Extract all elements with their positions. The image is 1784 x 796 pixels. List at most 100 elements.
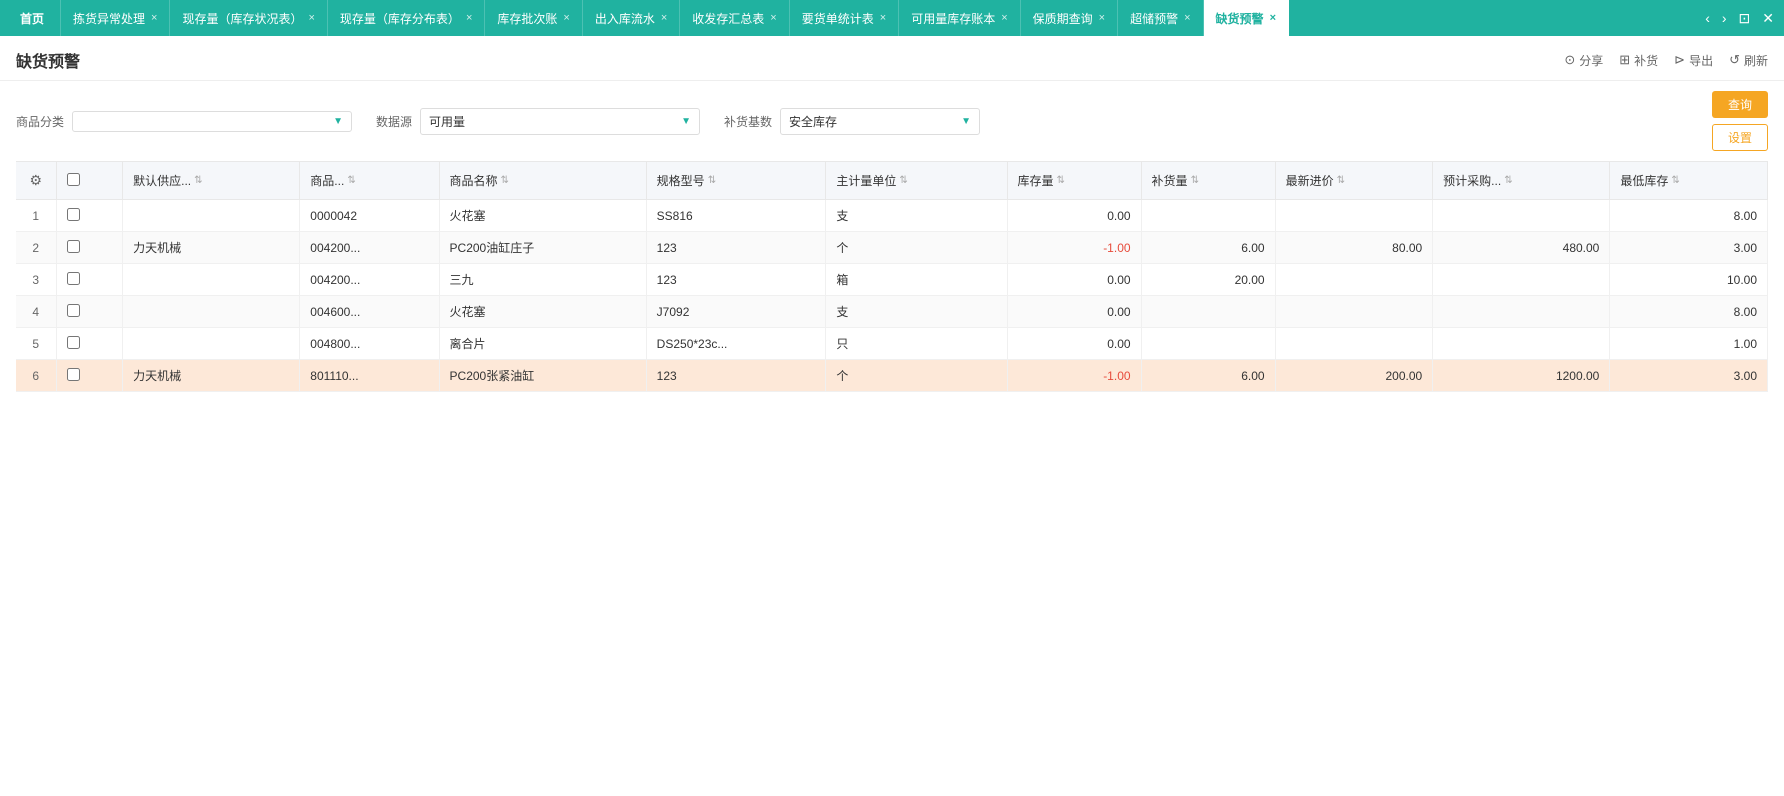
tab-shzy[interactable]: 收发存汇总表 × (680, 0, 789, 36)
tab-xc1[interactable]: 现存量（库存状况表） × (170, 0, 327, 36)
tab-shzy-close[interactable]: × (770, 12, 776, 24)
row-min-stock: 3.00 (1610, 232, 1768, 264)
tab-chaochuyz-close[interactable]: × (1184, 12, 1190, 24)
tab-ygdtjb-close[interactable]: × (880, 12, 886, 24)
datasource-select[interactable]: 可用量 ▼ (420, 108, 700, 135)
tab-ygdtjb[interactable]: 要货单统计表 × (790, 0, 899, 36)
th-stock-qty-label: 库存量 (1018, 172, 1054, 189)
tab-close-button[interactable]: ✕ (1756, 0, 1780, 36)
th-spec[interactable]: 规格型号 ⇅ (646, 162, 826, 200)
row-checkbox-input[interactable] (67, 304, 80, 317)
spec-sort-icon: ⇅ (708, 175, 716, 186)
tab-nav-buttons: ‹ › ⊡ ✕ (1699, 0, 1780, 36)
tab-yc[interactable]: 拣货异常处理 × (61, 0, 170, 36)
restock-base-filter-group: 补货基数 安全库存 ▼ (724, 108, 980, 135)
tab-ygdtjb-label: 要货单统计表 (802, 10, 874, 27)
table-row: 10000042火花塞SS816支0.008.00 (16, 200, 1768, 232)
row-unit: 只 (826, 328, 1007, 360)
row-checkbox[interactable] (56, 328, 123, 360)
row-est-purchase: 480.00 (1433, 232, 1610, 264)
th-product-code-label: 商品... (310, 172, 344, 189)
restock-base-select[interactable]: 安全库存 ▼ (780, 108, 980, 135)
share-button[interactable]: ⊙ 分享 (1564, 52, 1603, 69)
tab-xc1-label: 现存量（库存状况表） (182, 10, 302, 27)
row-checkbox[interactable] (56, 232, 123, 264)
tab-crlx-close[interactable]: × (661, 12, 667, 24)
tab-kc[interactable]: 库存批次账 × (485, 0, 582, 36)
category-select[interactable]: ▼ (72, 111, 352, 132)
tab-xc2[interactable]: 现存量（库存分布表） × (328, 0, 485, 36)
row-checkbox-input[interactable] (67, 336, 80, 349)
tab-bar: 首页 拣货异常处理 × 现存量（库存状况表） × 现存量（库存分布表） × 库存… (0, 0, 1784, 36)
share-label: 分享 (1579, 52, 1603, 69)
tab-next-button[interactable]: › (1716, 0, 1733, 36)
tab-quehuoyz[interactable]: 缺货预警 × (1204, 0, 1289, 36)
tab-xc2-close[interactable]: × (466, 12, 472, 24)
th-product-name[interactable]: 商品名称 ⇅ (439, 162, 646, 200)
row-unit: 支 (826, 296, 1007, 328)
tab-yc-close[interactable]: × (151, 12, 157, 24)
tab-quehuoyz-close[interactable]: × (1270, 12, 1276, 24)
row-restock-qty: 20.00 (1141, 264, 1275, 296)
tab-crlx-label: 出入库流水 (595, 10, 655, 27)
export-button[interactable]: ⊳ 导出 (1674, 52, 1713, 69)
tab-home[interactable]: 首页 (4, 0, 61, 36)
tab-restore-button[interactable]: ⊡ (1733, 0, 1757, 36)
product-code-sort-icon: ⇅ (347, 175, 355, 186)
tab-crlx[interactable]: 出入库流水 × (583, 0, 680, 36)
th-est-purchase[interactable]: 预计采购... ⇅ (1433, 162, 1610, 200)
th-gear[interactable]: ⚙ (16, 162, 56, 200)
row-checkbox[interactable] (56, 264, 123, 296)
stock-qty-sort-icon: ⇅ (1057, 175, 1065, 186)
tab-keyong[interactable]: 可用量库存账本 × (899, 0, 1020, 36)
gear-icon-button[interactable]: ⚙ (27, 170, 44, 191)
row-min-stock: 8.00 (1610, 296, 1768, 328)
row-stock-qty: 0.00 (1007, 328, 1141, 360)
supplier-sort-icon: ⇅ (194, 175, 202, 186)
row-est-purchase: 1200.00 (1433, 360, 1610, 392)
tab-chaochuyz[interactable]: 超储预警 × (1118, 0, 1203, 36)
est-purchase-sort-icon: ⇅ (1504, 175, 1512, 186)
min-stock-sort-icon: ⇅ (1671, 175, 1679, 186)
th-product-name-label: 商品名称 (450, 172, 498, 189)
row-checkbox-input[interactable] (67, 272, 80, 285)
tab-baozhiqi-close[interactable]: × (1099, 12, 1105, 24)
tab-xc1-close[interactable]: × (308, 12, 314, 24)
tab-keyong-close[interactable]: × (1001, 12, 1007, 24)
tab-kc-close[interactable]: × (563, 12, 569, 24)
th-unit[interactable]: 主计量单位 ⇅ (826, 162, 1007, 200)
th-spec-label: 规格型号 (657, 172, 705, 189)
row-product-code: 801110... (300, 360, 439, 392)
query-button[interactable]: 查询 (1712, 91, 1768, 118)
row-checkbox-input[interactable] (67, 208, 80, 221)
row-checkbox-input[interactable] (67, 368, 80, 381)
row-checkbox-input[interactable] (67, 240, 80, 253)
th-restock-qty[interactable]: 补货量 ⇅ (1141, 162, 1275, 200)
refresh-button[interactable]: ↺ 刷新 (1729, 52, 1768, 69)
tab-baozhiqi-label: 保质期查询 (1033, 10, 1093, 27)
select-all-checkbox[interactable] (67, 173, 80, 186)
restock-button[interactable]: ⊞ 补货 (1619, 52, 1658, 69)
row-product-name: 火花塞 (439, 296, 646, 328)
row-latest-price (1275, 328, 1433, 360)
row-est-purchase (1433, 200, 1610, 232)
row-product-name: 三九 (439, 264, 646, 296)
th-min-stock[interactable]: 最低库存 ⇅ (1610, 162, 1768, 200)
row-stock-qty: 0.00 (1007, 200, 1141, 232)
settings-button[interactable]: 设置 (1712, 124, 1768, 151)
category-filter-group: 商品分类 ▼ (16, 111, 352, 132)
th-stock-qty[interactable]: 库存量 ⇅ (1007, 162, 1141, 200)
tab-baozhiqi[interactable]: 保质期查询 × (1021, 0, 1118, 36)
datasource-value-text: 可用量 (429, 113, 465, 130)
th-supplier[interactable]: 默认供应... ⇅ (123, 162, 300, 200)
th-product-code[interactable]: 商品... ⇅ (300, 162, 439, 200)
th-latest-price[interactable]: 最新进价 ⇅ (1275, 162, 1433, 200)
row-checkbox[interactable] (56, 200, 123, 232)
row-checkbox[interactable] (56, 296, 123, 328)
row-checkbox[interactable] (56, 360, 123, 392)
tab-prev-button[interactable]: ‹ (1699, 0, 1716, 36)
row-supplier: 力天机械 (123, 360, 300, 392)
th-checkbox (56, 162, 123, 200)
filters-wrapper: 商品分类 ▼ 数据源 可用量 ▼ 补货基数 安全库存 ▼ 查询 设置 (0, 81, 1784, 161)
row-product-code: 004200... (300, 232, 439, 264)
